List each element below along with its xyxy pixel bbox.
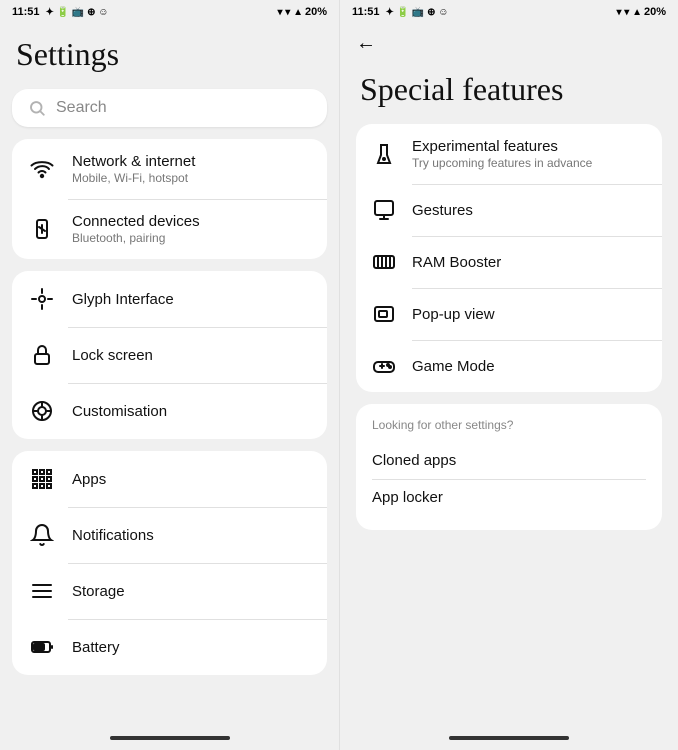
- status-bar-left: 11:51 ✦ 🔋 📺 ⊕ ☺ ▾ ▾ ▲ 20%: [0, 0, 339, 24]
- storage-icon: [28, 577, 56, 605]
- status-time-left: 11:51 ✦ 🔋 📺 ⊕ ☺: [12, 6, 109, 18]
- settings-item-apps[interactable]: Apps: [12, 451, 327, 507]
- status-time-right: 11:51 ✦ 🔋 📺 ⊕ ☺: [352, 6, 449, 18]
- special-item-experimental[interactable]: Experimental features Try upcoming featu…: [356, 124, 662, 184]
- right-scroll-area: ← Special features Experimental features…: [340, 24, 678, 730]
- other-item-locker[interactable]: App locker: [372, 479, 646, 516]
- settings-item-network[interactable]: Network & internet Mobile, Wi-Fi, hotspo…: [12, 139, 327, 199]
- game-icon: [372, 354, 396, 378]
- bluetooth-icon: [28, 215, 56, 243]
- ram-icon: [372, 250, 396, 274]
- page-title-special: Special features: [356, 59, 662, 124]
- left-scroll-area: Settings Search: [0, 24, 339, 730]
- battery-left: 20%: [305, 6, 327, 18]
- battery-text: Battery: [72, 639, 311, 656]
- customisation-icon: [28, 397, 56, 425]
- popup-text: Pop-up view: [412, 306, 646, 323]
- settings-item-glyph[interactable]: Glyph Interface: [12, 271, 327, 327]
- network-subtitle: Mobile, Wi-Fi, hotspot: [72, 171, 311, 185]
- special-item-gestures[interactable]: Gestures: [356, 184, 662, 236]
- settings-item-customisation[interactable]: Customisation: [12, 383, 327, 439]
- experimental-title: Experimental features: [412, 138, 646, 155]
- ram-text: RAM Booster: [412, 254, 646, 271]
- wifi-icon: ▾ ▾ ▲: [277, 7, 303, 18]
- storage-text: Storage: [72, 583, 311, 600]
- gestures-title: Gestures: [412, 202, 646, 219]
- search-placeholder: Search: [56, 99, 107, 117]
- connected-subtitle: Bluetooth, pairing: [72, 231, 311, 245]
- home-indicator-right: [449, 736, 569, 740]
- glyph-icon: [28, 285, 56, 313]
- bottom-bar-left: [0, 730, 339, 750]
- game-title: Game Mode: [412, 358, 646, 375]
- time-left: 11:51: [12, 6, 40, 18]
- special-item-ram[interactable]: RAM Booster: [356, 236, 662, 288]
- experimental-text: Experimental features Try upcoming featu…: [412, 138, 646, 170]
- popup-title: Pop-up view: [412, 306, 646, 323]
- special-features-card: Experimental features Try upcoming featu…: [356, 124, 662, 392]
- time-right: 11:51: [352, 6, 380, 18]
- lock-text: Lock screen: [72, 347, 311, 364]
- apps-text: Apps: [72, 471, 311, 488]
- bottom-bar-right: [340, 730, 678, 750]
- signal-icons-left: ✦ 🔋 📺 ⊕ ☺: [46, 7, 109, 18]
- other-settings-label: Looking for other settings?: [372, 418, 646, 432]
- apps-title: Apps: [72, 471, 311, 488]
- storage-title: Storage: [72, 583, 311, 600]
- network-text: Network & internet Mobile, Wi-Fi, hotspo…: [72, 153, 311, 185]
- customisation-title: Customisation: [72, 403, 311, 420]
- battery-right: 20%: [644, 6, 666, 18]
- settings-item-notifications[interactable]: Notifications: [12, 507, 327, 563]
- left-panel: 11:51 ✦ 🔋 📺 ⊕ ☺ ▾ ▾ ▲ 20% Settings Searc…: [0, 0, 339, 750]
- wifi-icon-right: ▾ ▾ ▲: [616, 7, 642, 18]
- glyph-text: Glyph Interface: [72, 291, 311, 308]
- search-icon: [28, 99, 46, 117]
- page-title-settings: Settings: [12, 24, 327, 89]
- home-indicator-left: [110, 736, 230, 740]
- ram-title: RAM Booster: [412, 254, 646, 271]
- status-bar-right: 11:51 ✦ 🔋 📺 ⊕ ☺ ▾ ▾ ▲ 20%: [340, 0, 678, 24]
- apps-icon: [28, 465, 56, 493]
- lock-title: Lock screen: [72, 347, 311, 364]
- network-title: Network & internet: [72, 153, 311, 170]
- experimental-icon: [372, 142, 396, 166]
- game-text: Game Mode: [412, 358, 646, 375]
- battery-icon: [28, 633, 56, 661]
- notifications-text: Notifications: [72, 527, 311, 544]
- special-item-game[interactable]: Game Mode: [356, 340, 662, 392]
- glyph-title: Glyph Interface: [72, 291, 311, 308]
- notifications-title: Notifications: [72, 527, 311, 544]
- search-bar[interactable]: Search: [12, 89, 327, 127]
- popup-icon: [372, 302, 396, 326]
- status-right-right: ▾ ▾ ▲ 20%: [616, 6, 666, 18]
- connected-text: Connected devices Bluetooth, pairing: [72, 213, 311, 245]
- bottom-items-card: Apps Notifications: [12, 451, 327, 675]
- status-right-left: ▾ ▾ ▲ 20%: [277, 6, 327, 18]
- experimental-subtitle: Try upcoming features in advance: [412, 156, 646, 170]
- gestures-text: Gestures: [412, 202, 646, 219]
- other-item-cloned[interactable]: Cloned apps: [372, 442, 646, 479]
- network-card: Network & internet Mobile, Wi-Fi, hotspo…: [12, 139, 327, 259]
- gestures-icon: [372, 198, 396, 222]
- settings-item-lock[interactable]: Lock screen: [12, 327, 327, 383]
- special-item-popup[interactable]: Pop-up view: [356, 288, 662, 340]
- settings-item-storage[interactable]: Storage: [12, 563, 327, 619]
- right-panel: 11:51 ✦ 🔋 📺 ⊕ ☺ ▾ ▾ ▲ 20% ← Special feat…: [339, 0, 678, 750]
- glyph-lock-card: Glyph Interface Lock screen: [12, 271, 327, 439]
- wifi-icon: [28, 155, 56, 183]
- notifications-icon: [28, 521, 56, 549]
- back-button[interactable]: ←: [356, 24, 376, 59]
- settings-item-battery[interactable]: Battery: [12, 619, 327, 675]
- battery-title: Battery: [72, 639, 311, 656]
- other-settings-card: Looking for other settings? Cloned apps …: [356, 404, 662, 530]
- connected-title: Connected devices: [72, 213, 311, 230]
- customisation-text: Customisation: [72, 403, 311, 420]
- settings-item-connected[interactable]: Connected devices Bluetooth, pairing: [12, 199, 327, 259]
- lock-screen-icon: [28, 341, 56, 369]
- signal-icons-right: ✦ 🔋 📺 ⊕ ☺: [386, 7, 449, 18]
